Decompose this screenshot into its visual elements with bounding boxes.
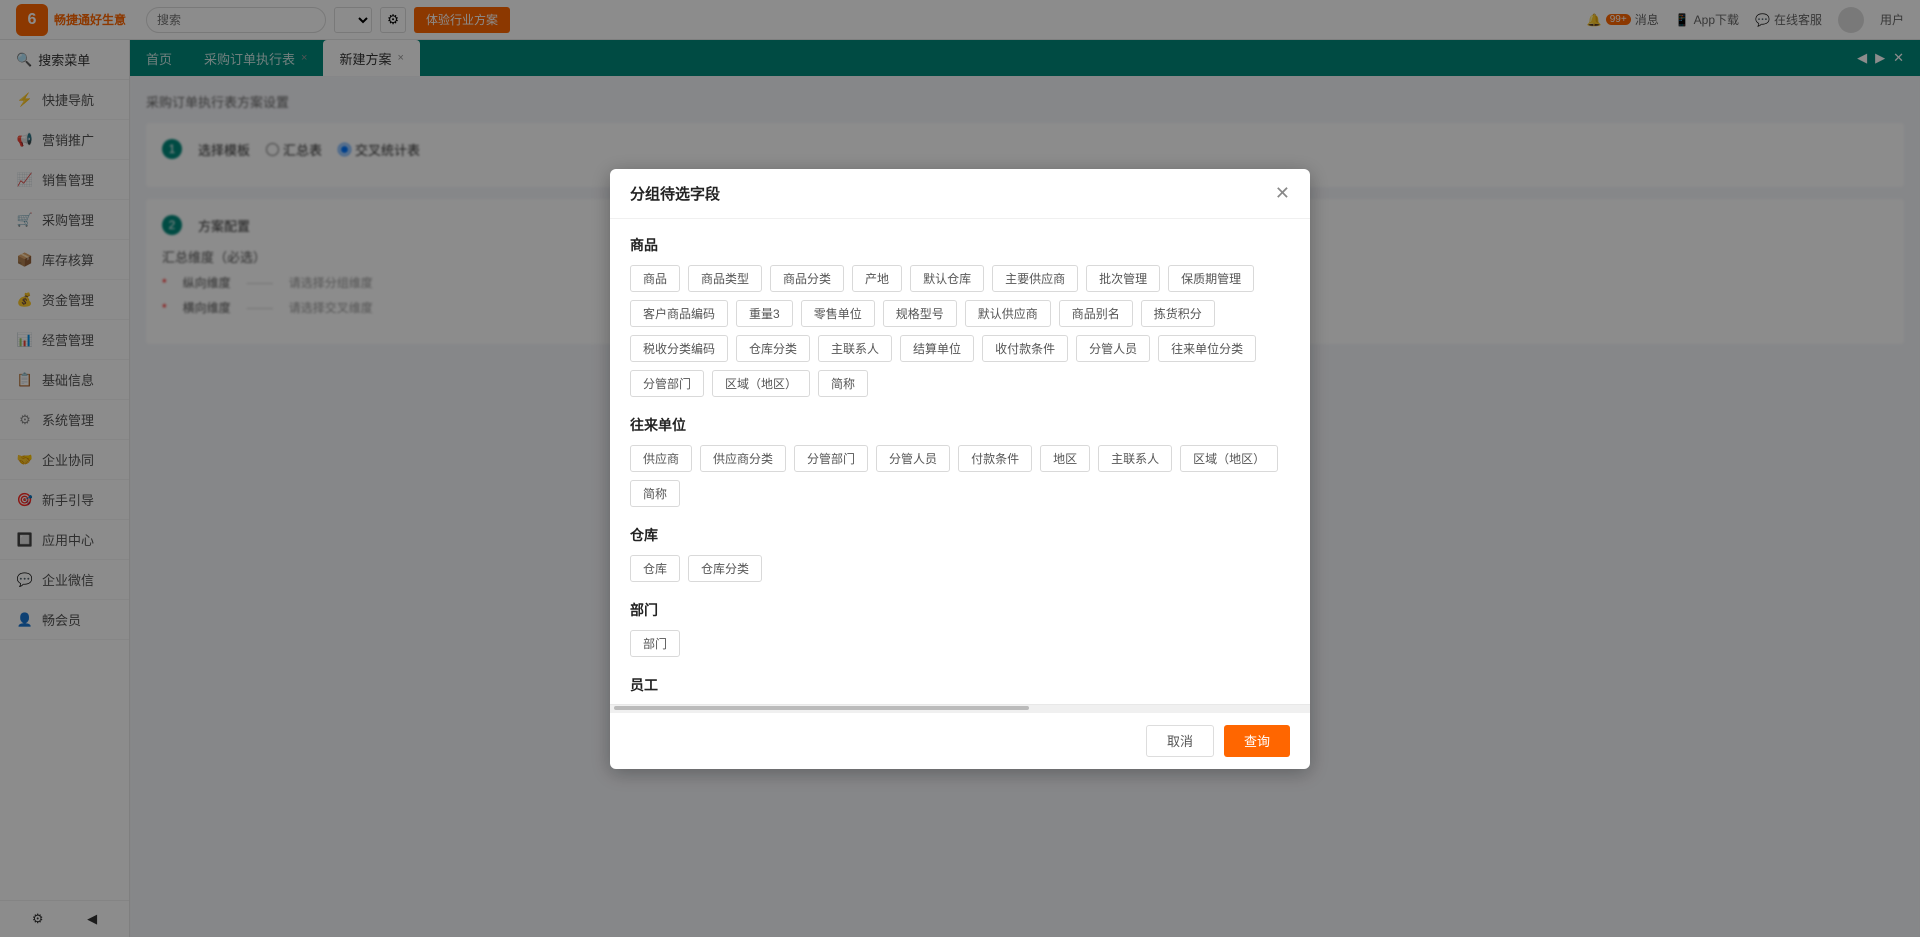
modal-close-button[interactable]: ✕ <box>1275 184 1290 202</box>
field-section-goods: 商品 商品 商品类型 商品分类 产地 默认仓库 主要供应商 批次管理 保质期管理… <box>630 235 1290 397</box>
field-tag-guigexinghao[interactable]: 规格型号 <box>883 300 957 327</box>
field-tag-kehushangpinbianma[interactable]: 客户商品编码 <box>630 300 728 327</box>
field-tag-chandi[interactable]: 产地 <box>852 265 902 292</box>
field-tag-fenguanbumon-partner[interactable]: 分管部门 <box>794 445 868 472</box>
field-tag-cangkufenlei-wh[interactable]: 仓库分类 <box>688 555 762 582</box>
field-tag-shangpin[interactable]: 商品 <box>630 265 680 292</box>
field-tag-shoufukuantiaojian[interactable]: 收付款条件 <box>982 335 1068 362</box>
field-tag-quyu-goods[interactable]: 区域（地区） <box>712 370 810 397</box>
modal-body: 商品 商品 商品类型 商品分类 产地 默认仓库 主要供应商 批次管理 保质期管理… <box>610 219 1310 704</box>
field-tag-bumen[interactable]: 部门 <box>630 630 680 657</box>
field-tag-cangku[interactable]: 仓库 <box>630 555 680 582</box>
field-tag-wanglaidanweifenlei[interactable]: 往来单位分类 <box>1158 335 1256 362</box>
field-tag-morengongyingshang[interactable]: 默认供应商 <box>965 300 1051 327</box>
modal-title: 分组待选字段 <box>630 183 720 204</box>
field-tag-morencangku[interactable]: 默认仓库 <box>910 265 984 292</box>
field-tag-shangpinbiemig[interactable]: 商品别名 <box>1059 300 1133 327</box>
field-tag-zhulianxiren[interactable]: 主联系人 <box>818 335 892 362</box>
field-select-modal: 分组待选字段 ✕ 商品 商品 商品类型 商品分类 产地 默认仓库 主要供应商 批… <box>610 169 1310 769</box>
modal-header: 分组待选字段 ✕ <box>610 169 1310 219</box>
field-tag-diqu[interactable]: 地区 <box>1040 445 1090 472</box>
field-tags-department: 部门 <box>630 630 1290 657</box>
field-section-employee: 员工 业务员 <box>630 675 1290 704</box>
field-tag-zhulianxiren-partner[interactable]: 主联系人 <box>1098 445 1172 472</box>
field-tag-gongyingshang[interactable]: 供应商 <box>630 445 692 472</box>
field-section-department: 部门 部门 <box>630 600 1290 657</box>
confirm-button[interactable]: 查询 <box>1224 725 1290 757</box>
field-tags-warehouse: 仓库 仓库分类 <box>630 555 1290 582</box>
field-tag-fenguanrenyuan-partner[interactable]: 分管人员 <box>876 445 950 472</box>
field-tag-jiesuandanwei[interactable]: 结算单位 <box>900 335 974 362</box>
field-tag-jianjijfen[interactable]: 拣货积分 <box>1141 300 1215 327</box>
section-title-department: 部门 <box>630 600 1290 620</box>
field-tag-lingshouunit[interactable]: 零售单位 <box>801 300 875 327</box>
modal-overlay: 分组待选字段 ✕ 商品 商品 商品类型 商品分类 产地 默认仓库 主要供应商 批… <box>0 0 1920 937</box>
field-tag-quyu-partner[interactable]: 区域（地区） <box>1180 445 1278 472</box>
field-tag-zhongliang3[interactable]: 重量3 <box>736 300 793 327</box>
field-tag-baozhibiangualil[interactable]: 保质期管理 <box>1168 265 1254 292</box>
cancel-button[interactable]: 取消 <box>1146 725 1214 757</box>
field-tag-jiancheng-goods[interactable]: 简称 <box>818 370 868 397</box>
field-tag-shuishoufenlei[interactable]: 税收分类编码 <box>630 335 728 362</box>
field-tags-goods: 商品 商品类型 商品分类 产地 默认仓库 主要供应商 批次管理 保质期管理 客户… <box>630 265 1290 397</box>
hscroll-thumb <box>614 706 1029 710</box>
field-tags-partner: 供应商 供应商分类 分管部门 分管人员 付款条件 地区 主联系人 区域（地区） … <box>630 445 1290 507</box>
field-tag-shangpinleixing[interactable]: 商品类型 <box>688 265 762 292</box>
modal-horizontal-scroll[interactable] <box>610 704 1310 712</box>
field-tag-fenguanbumon[interactable]: 分管部门 <box>630 370 704 397</box>
field-tag-cangkufenlei[interactable]: 仓库分类 <box>736 335 810 362</box>
field-tag-jiancheng-partner[interactable]: 简称 <box>630 480 680 507</box>
field-tag-zhuyaogongyingshang[interactable]: 主要供应商 <box>992 265 1078 292</box>
field-tag-piciciguanli[interactable]: 批次管理 <box>1086 265 1160 292</box>
field-tag-gongyingshangfenlei[interactable]: 供应商分类 <box>700 445 786 472</box>
section-title-warehouse: 仓库 <box>630 525 1290 545</box>
section-title-goods: 商品 <box>630 235 1290 255</box>
field-section-warehouse: 仓库 仓库 仓库分类 <box>630 525 1290 582</box>
section-title-partner: 往来单位 <box>630 415 1290 435</box>
field-tag-fukuantiaojian[interactable]: 付款条件 <box>958 445 1032 472</box>
field-tag-shangpinfenlei[interactable]: 商品分类 <box>770 265 844 292</box>
section-title-employee: 员工 <box>630 675 1290 695</box>
modal-footer: 取消 查询 <box>610 712 1310 769</box>
field-tag-fenguanrenyuan[interactable]: 分管人员 <box>1076 335 1150 362</box>
field-section-partner: 往来单位 供应商 供应商分类 分管部门 分管人员 付款条件 地区 主联系人 区域… <box>630 415 1290 507</box>
